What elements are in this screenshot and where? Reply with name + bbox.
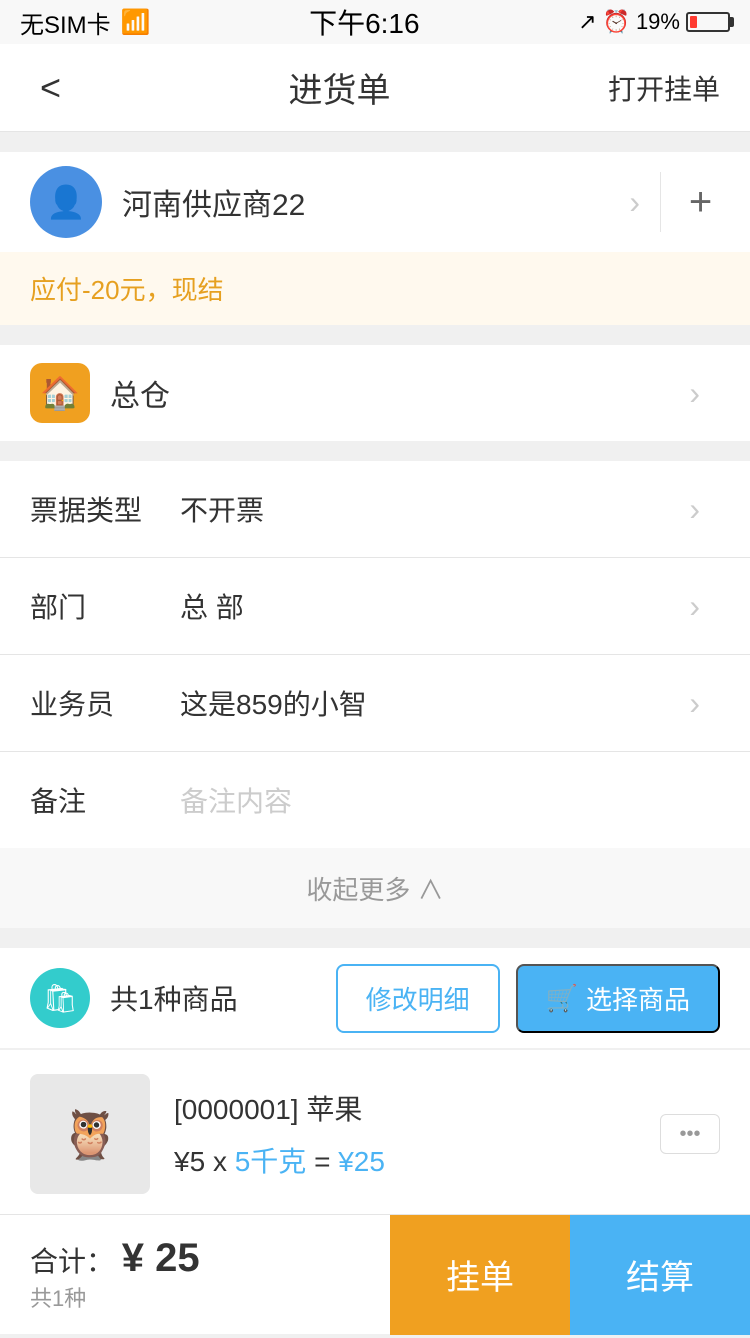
notice-text: 应付-20元，现结: [30, 275, 224, 305]
collapse-row[interactable]: 收起更多 ∧: [0, 848, 750, 928]
warehouse-row[interactable]: 🏠 总仓 ›: [0, 345, 750, 441]
hang-button[interactable]: 挂单: [390, 1215, 570, 1335]
alarm-icon: ⏰: [603, 9, 630, 35]
product-thumbnail: 🦉: [30, 1074, 150, 1194]
divider-3: [0, 928, 750, 948]
chevron-right-icon: ›: [629, 184, 640, 221]
battery-icon: [686, 12, 730, 32]
chevron-right-icon: ›: [689, 375, 700, 412]
bag-icon: 🛍: [42, 982, 78, 1015]
department-label: 部门: [30, 586, 170, 626]
total-label: 合计：: [30, 1246, 114, 1277]
total-price: ¥25: [338, 1146, 385, 1177]
person-icon: 👤: [46, 183, 86, 221]
department-row[interactable]: 部门 总 部 ›: [0, 558, 750, 654]
carrier-text: 无SIM卡: [20, 5, 111, 40]
form-section: 票据类型 不开票 › 部门 总 部 › 业务员 这是859的小智 › 备注 备注…: [0, 461, 750, 848]
product-name: [0000001] 苹果: [174, 1088, 660, 1128]
status-time: 下午6:16: [309, 2, 420, 42]
avatar: 👤: [30, 166, 102, 238]
owl-icon: 🦉: [60, 1106, 120, 1163]
collapse-label: 收起更多 ∧: [306, 870, 443, 907]
ticket-type-label: 票据类型: [30, 489, 170, 529]
supplier-name: 河南供应商22: [122, 180, 629, 224]
chevron-right-icon: ›: [689, 491, 700, 528]
total-row: 合计： ¥ 25: [30, 1236, 360, 1281]
ticket-type-value: 不开票: [170, 489, 689, 529]
add-supplier-button[interactable]: +: [660, 172, 720, 232]
back-button[interactable]: <: [30, 57, 71, 119]
department-value: 总 部: [170, 586, 689, 626]
products-header: 🛍 共1种商品 修改明细 🛒 选择商品: [0, 948, 750, 1048]
product-item: 🦉 [0000001] 苹果 ¥5 x 5千克 = ¥25 •••: [0, 1050, 750, 1218]
product-info: [0000001] 苹果 ¥5 x 5千克 = ¥25: [174, 1088, 660, 1180]
total-count: 共1种: [30, 1281, 360, 1313]
notice-banner: 应付-20元，现结: [0, 252, 750, 325]
unit-price: ¥5: [174, 1146, 205, 1177]
total-amount: ¥ 25: [122, 1236, 200, 1280]
battery-fill: [690, 16, 697, 28]
warehouse-name: 总仓: [110, 371, 689, 415]
product-title: 苹果: [306, 1094, 362, 1125]
salesman-value: 这是859的小智: [170, 683, 689, 723]
edit-detail-button[interactable]: 修改明细: [336, 964, 500, 1033]
checkout-label: 结算: [626, 1250, 694, 1299]
product-price: ¥5 x 5千克 = ¥25: [174, 1140, 660, 1180]
open-hang-button[interactable]: 打开挂单: [608, 68, 720, 108]
product-code: [0000001]: [174, 1094, 299, 1125]
plus-icon: +: [689, 180, 712, 225]
remark-row[interactable]: 备注 备注内容: [0, 752, 750, 848]
select-product-button[interactable]: 🛒 选择商品: [516, 964, 720, 1033]
product-more-button[interactable]: •••: [660, 1114, 720, 1154]
supplier-section: 👤 河南供应商22 › + 应付-20元，现结: [0, 152, 750, 325]
products-icon: 🛍: [30, 968, 90, 1028]
ellipsis-icon: •••: [679, 1123, 700, 1146]
multiply-sign: x: [213, 1146, 235, 1177]
status-left: 无SIM卡 📶: [20, 5, 151, 40]
checkout-button[interactable]: 结算: [570, 1215, 750, 1335]
divider-1: [0, 325, 750, 345]
ticket-type-row[interactable]: 票据类型 不开票 ›: [0, 461, 750, 557]
supplier-row[interactable]: 👤 河南供应商22 › +: [0, 152, 750, 252]
chevron-right-icon: ›: [689, 588, 700, 625]
products-section: 🛍 共1种商品 修改明细 🛒 选择商品: [0, 948, 750, 1048]
remark-label: 备注: [30, 780, 170, 820]
nav-bar: < 进货单 打开挂单: [0, 44, 750, 132]
status-bar: 无SIM卡 📶 下午6:16 ↗ ⏰ 19%: [0, 0, 750, 44]
salesman-row[interactable]: 业务员 这是859的小智 ›: [0, 655, 750, 751]
warehouse-icon: 🏠: [30, 363, 90, 423]
cart-icon: 🛒: [546, 983, 578, 1014]
products-count: 共1种商品: [110, 978, 336, 1018]
page-title: 进货单: [289, 63, 391, 112]
bottom-bar: 合计： ¥ 25 共1种 挂单 结算: [0, 1214, 750, 1334]
hang-label: 挂单: [446, 1250, 514, 1299]
top-divider: [0, 132, 750, 152]
divider-2: [0, 441, 750, 461]
equals-sign: =: [314, 1146, 338, 1177]
chevron-right-icon: ›: [689, 685, 700, 722]
location-icon: ↗: [578, 9, 596, 35]
warehouse-section: 🏠 总仓 ›: [0, 345, 750, 441]
select-product-label: 选择商品: [586, 980, 690, 1017]
salesman-label: 业务员: [30, 683, 170, 723]
battery-percent: 19%: [636, 9, 680, 35]
remark-input[interactable]: 备注内容: [170, 780, 720, 820]
wifi-icon: 📶: [121, 8, 151, 37]
total-section: 合计： ¥ 25 共1种: [0, 1236, 390, 1313]
quantity: 5千克: [235, 1146, 307, 1177]
status-right: ↗ ⏰ 19%: [578, 9, 730, 35]
